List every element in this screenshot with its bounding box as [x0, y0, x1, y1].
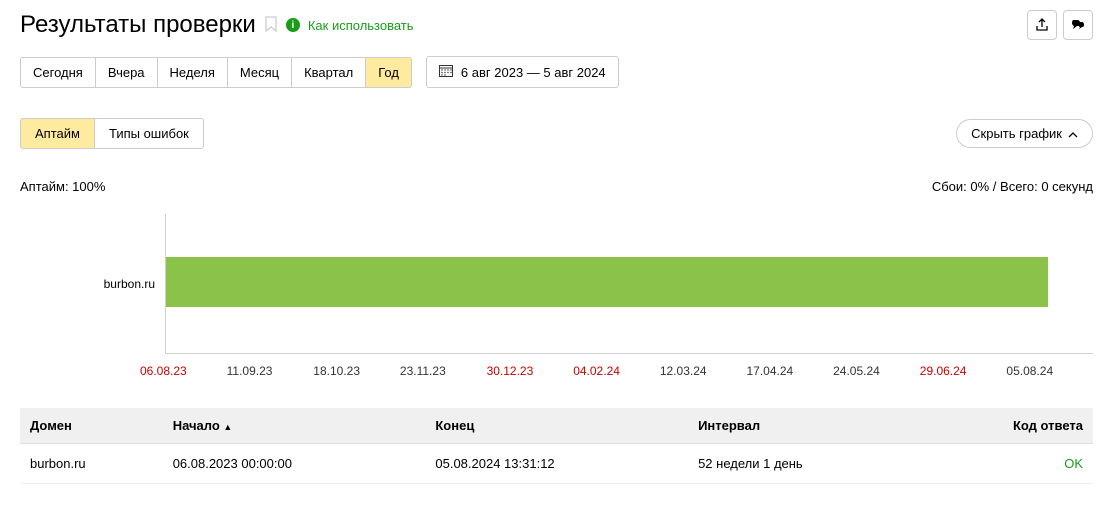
period-selector: Сегодня Вчера Неделя Месяц Квартал Год [20, 57, 412, 88]
chart-tick: 29.06.24 [920, 364, 1007, 378]
date-range-text: 6 авг 2023 — 5 авг 2024 [461, 65, 606, 80]
chart-tick: 04.02.24 [573, 364, 660, 378]
chart-tick: 30.12.23 [487, 364, 574, 378]
chart-tick: 17.04.24 [746, 364, 833, 378]
th-interval[interactable]: Интервал [688, 408, 923, 444]
chart-ticks: 06.08.2311.09.2318.10.2323.11.2330.12.23… [165, 354, 1093, 378]
tab-uptime[interactable]: Аптайм [20, 118, 95, 149]
share-button[interactable] [1027, 10, 1057, 40]
tab-error-types[interactable]: Типы ошибок [95, 118, 204, 149]
period-quarter[interactable]: Квартал [292, 57, 366, 88]
uptime-stat: Аптайм: 100% [20, 179, 105, 194]
chart-tick: 11.09.23 [227, 364, 314, 378]
cell-start: 06.08.2023 00:00:00 [163, 444, 426, 484]
period-week[interactable]: Неделя [158, 57, 228, 88]
th-end[interactable]: Конец [425, 408, 688, 444]
th-domain[interactable]: Домен [20, 408, 163, 444]
date-range-picker[interactable]: 6 авг 2023 — 5 авг 2024 [426, 56, 619, 88]
howto-link[interactable]: Как использовать [308, 18, 414, 33]
info-icon: i [286, 18, 300, 32]
calendar-icon [439, 64, 453, 80]
bookmark-icon[interactable] [264, 16, 278, 35]
sort-asc-icon: ▲ [223, 422, 232, 432]
chart-tick: 23.11.23 [400, 364, 487, 378]
toggle-chart-label: Скрыть график [971, 126, 1062, 141]
chart-area[interactable] [165, 214, 1093, 354]
period-year[interactable]: Год [366, 57, 412, 88]
cell-domain: burbon.ru [20, 444, 163, 484]
results-table: Домен Начало ▲ Конец Интервал Код ответа… [20, 408, 1093, 484]
cell-end: 05.08.2024 13:31:12 [425, 444, 688, 484]
page-title: Результаты проверки [20, 11, 256, 39]
uptime-chart: burbon.ru 06.08.2311.09.2318.10.2323.11.… [20, 214, 1093, 378]
cell-code: OK [923, 444, 1093, 484]
chart-tick: 24.05.24 [833, 364, 920, 378]
chart-tick: 05.08.24 [1006, 364, 1093, 378]
cell-interval: 52 недели 1 день [688, 444, 923, 484]
period-yesterday[interactable]: Вчера [96, 57, 158, 88]
uptime-bar [166, 257, 1048, 307]
failures-stat: Сбои: 0% / Всего: 0 секунд [932, 179, 1093, 194]
th-code[interactable]: Код ответа [923, 408, 1093, 444]
feedback-button[interactable] [1063, 10, 1093, 40]
chart-series-label: burbon.ru [20, 214, 165, 354]
period-month[interactable]: Месяц [228, 57, 292, 88]
chart-tick: 18.10.23 [313, 364, 400, 378]
toggle-chart-button[interactable]: Скрыть график [956, 119, 1093, 148]
tab-group: Аптайм Типы ошибок [20, 118, 204, 149]
th-start[interactable]: Начало ▲ [163, 408, 426, 444]
period-today[interactable]: Сегодня [20, 57, 96, 88]
chevron-up-icon [1068, 126, 1078, 141]
table-row: burbon.ru06.08.2023 00:00:0005.08.2024 1… [20, 444, 1093, 484]
chart-tick: 06.08.23 [140, 364, 227, 378]
chart-tick: 12.03.24 [660, 364, 747, 378]
